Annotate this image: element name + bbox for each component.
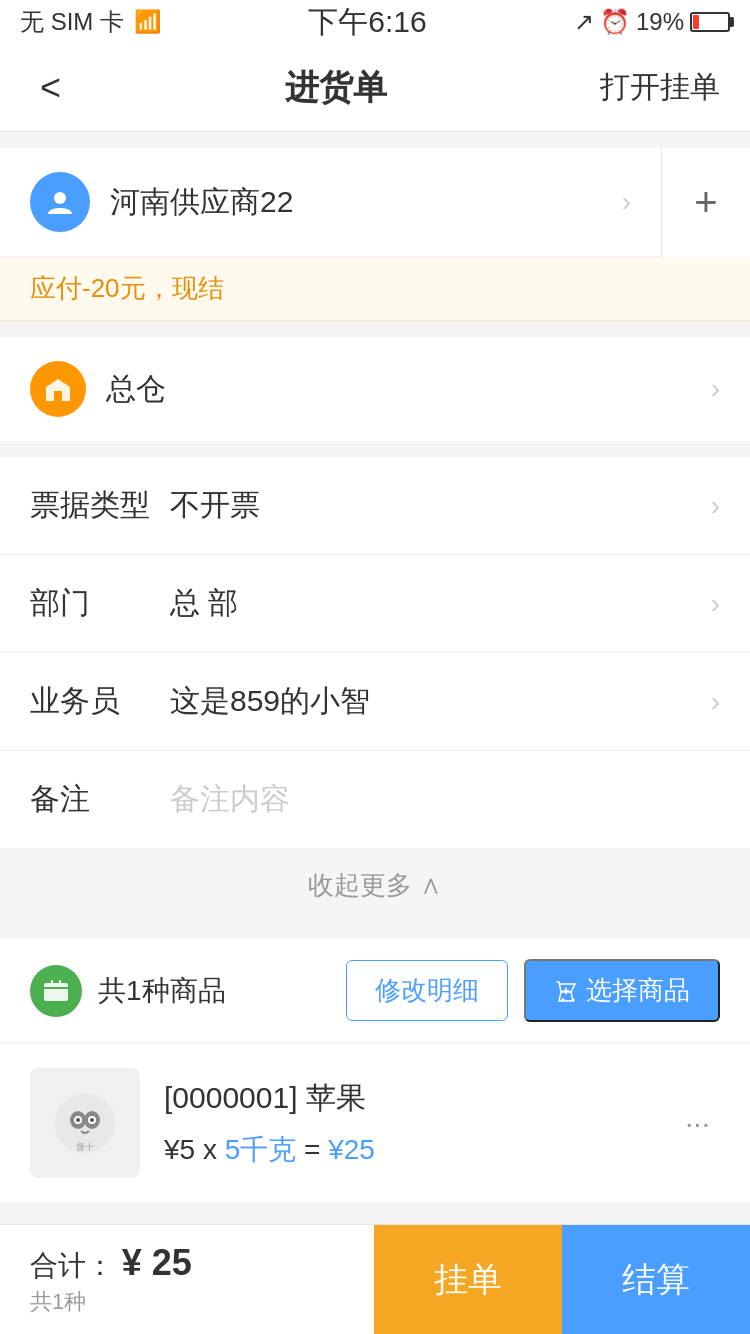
open-pending-button[interactable]: 打开挂单 (600, 67, 720, 108)
price-value: ¥5 x (164, 1134, 225, 1165)
warehouse-icon (30, 361, 86, 417)
total-label: 合计： (30, 1250, 114, 1281)
svg-rect-2 (44, 983, 68, 1001)
remark-label: 备注 (30, 779, 150, 820)
ticket-type-row[interactable]: 票据类型 不开票 › (0, 457, 750, 555)
warehouse-name: 总仓 (106, 369, 711, 410)
product-item: 督十 [0000001] 苹果 ¥5 x 5千克 = ¥25 ··· (0, 1044, 750, 1202)
products-icon (30, 965, 82, 1017)
location-icon: ↗ (574, 8, 594, 36)
product-thumbnail: 督十 (30, 1068, 140, 1178)
ticket-type-label: 票据类型 (30, 485, 150, 526)
nav-bar: < 进货单 打开挂单 (0, 44, 750, 132)
department-row[interactable]: 部门 总 部 › (0, 555, 750, 653)
select-product-label: 选择商品 (586, 973, 690, 1008)
wifi-icon: 📶 (134, 9, 161, 35)
add-supplier-button[interactable]: + (662, 148, 750, 257)
remark-row[interactable]: 备注 备注内容 (0, 751, 750, 848)
supplier-name: 河南供应商22 (110, 182, 622, 223)
ticket-type-value: 不开票 (170, 485, 711, 526)
bottom-bar: 合计： ¥ 25 共1种 挂单 结算 (0, 1224, 750, 1334)
battery-percent: 19% (636, 8, 684, 36)
svg-text:督十: 督十 (76, 1142, 94, 1152)
edit-detail-button[interactable]: 修改明细 (346, 960, 508, 1021)
chevron-right-icon: › (711, 490, 720, 522)
back-button[interactable]: < (30, 57, 71, 119)
supplier-avatar (30, 172, 90, 232)
department-value: 总 部 (170, 583, 711, 624)
checkout-button[interactable]: 结算 (562, 1225, 750, 1335)
svg-point-10 (76, 1118, 80, 1122)
product-more-button[interactable]: ··· (675, 1096, 720, 1150)
product-info: [0000001] 苹果 ¥5 x 5千克 = ¥25 (164, 1078, 675, 1169)
time-label: 下午6:16 (308, 2, 426, 43)
page-title: 进货单 (285, 65, 387, 111)
chevron-right-icon: › (711, 373, 720, 405)
sales-rep-row[interactable]: 业务员 这是859的小智 › (0, 653, 750, 751)
products-header: 共1种商品 修改明细 选择商品 (0, 939, 750, 1042)
product-image: 督十 (50, 1088, 120, 1158)
svg-rect-1 (54, 391, 62, 401)
product-price: ¥5 x 5千克 = ¥25 (164, 1131, 675, 1169)
equals: = (304, 1134, 328, 1165)
battery-icon (690, 12, 730, 32)
svg-point-0 (54, 192, 66, 204)
status-left: 无 SIM 卡 📶 (20, 6, 161, 38)
total-value: ¥25 (328, 1134, 375, 1165)
hang-button[interactable]: 挂单 (374, 1225, 562, 1335)
supplier-selector[interactable]: 河南供应商22 › (0, 148, 661, 257)
supplier-section: 河南供应商22 › + (0, 148, 750, 257)
cart-icon (554, 979, 578, 1003)
total-row: 合计： ¥ 25 (30, 1242, 344, 1285)
chevron-right-icon: › (622, 186, 631, 218)
total-count: 共1种 (30, 1287, 344, 1317)
sales-rep-value: 这是859的小智 (170, 681, 711, 722)
collapse-button[interactable]: 收起更多 ∧ (0, 848, 750, 923)
chevron-right-icon: › (711, 588, 720, 620)
collapse-label: 收起更多 ∧ (308, 868, 441, 903)
notice-bar: 应付-20元，现结 (0, 257, 750, 321)
remark-value: 备注内容 (170, 779, 720, 820)
total-amount: ¥ 25 (122, 1242, 192, 1283)
qty-value: 5千克 (225, 1134, 297, 1165)
carrier-label: 无 SIM 卡 (20, 6, 124, 38)
status-right: ↗ ⏰ 19% (574, 8, 730, 36)
product-code: [0000001] 苹果 (164, 1081, 366, 1114)
product-name: [0000001] 苹果 (164, 1078, 675, 1119)
alarm-icon: ⏰ (600, 8, 630, 36)
select-product-button[interactable]: 选择商品 (524, 959, 720, 1022)
total-section: 合计： ¥ 25 共1种 (0, 1242, 374, 1317)
chevron-right-icon: › (711, 686, 720, 718)
svg-point-11 (90, 1118, 94, 1122)
warehouse-selector[interactable]: 总仓 › (0, 337, 750, 441)
sales-rep-label: 业务员 (30, 681, 150, 722)
department-label: 部门 (30, 583, 150, 624)
notice-text: 应付-20元，现结 (30, 273, 224, 303)
form-section: 票据类型 不开票 › 部门 总 部 › 业务员 这是859的小智 › 备注 备注… (0, 457, 750, 848)
status-bar: 无 SIM 卡 📶 下午6:16 ↗ ⏰ 19% (0, 0, 750, 44)
products-count-label: 共1种商品 (98, 972, 330, 1010)
main-content: 河南供应商22 › + 应付-20元，现结 总仓 › 票据类型 不开票 › 部门 (0, 148, 750, 1322)
